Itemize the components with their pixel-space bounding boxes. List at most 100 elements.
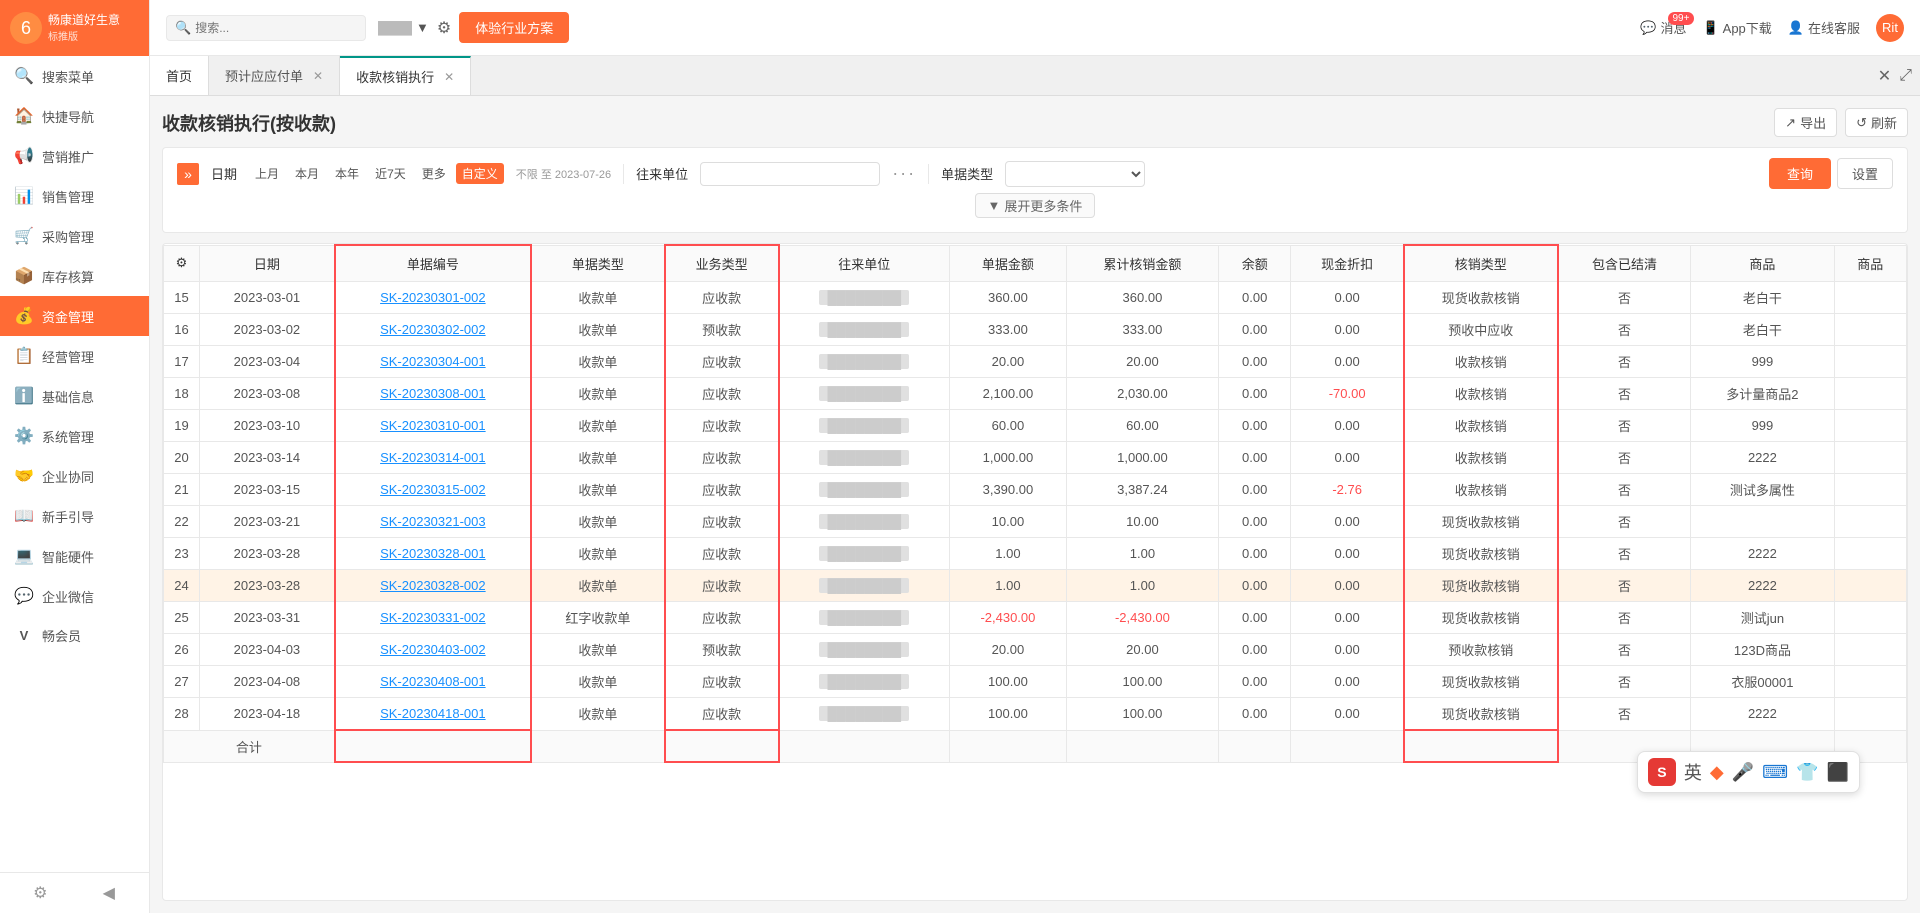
float-toolbar-grid-icon[interactable]: ⬛ — [1827, 762, 1849, 783]
float-toolbar-shirt-icon[interactable]: 👕 — [1796, 762, 1818, 783]
td-date: 2023-04-18 — [200, 698, 335, 731]
th-biz-type[interactable]: 业务类型 — [665, 245, 779, 282]
td-writeoff: 100.00 — [1066, 666, 1218, 698]
sidebar-item-wechat[interactable]: 💬 企业微信 — [0, 576, 149, 616]
td-include-settled: 否 — [1558, 602, 1691, 634]
footer-amount — [950, 730, 1067, 762]
sidebar-item-guide[interactable]: 📖 新手引导 — [0, 496, 149, 536]
sidebar-item-finance[interactable]: 💰 资金管理 — [0, 296, 149, 336]
th-doc-no[interactable]: 单据编号 — [335, 245, 531, 282]
messages-btn[interactable]: 💬 消息 99+ — [1640, 18, 1686, 37]
th-goods2[interactable]: 商品 — [1834, 245, 1906, 282]
td-amount: 100.00 — [950, 666, 1067, 698]
sidebar-item-member[interactable]: V 畅会员 — [0, 616, 149, 655]
quick-nav-icon: 🏠 — [14, 106, 34, 126]
more-date-btn[interactable]: 更多 — [416, 163, 452, 184]
th-settings[interactable]: ⚙ — [164, 245, 200, 282]
doc-no-link[interactable]: SK-20230328-002 — [380, 578, 486, 593]
collapse-btn[interactable]: ◀ — [79, 883, 140, 903]
voucher-type-select[interactable] — [1005, 161, 1145, 187]
th-counterpart[interactable]: 往来单位 — [779, 245, 950, 282]
th-goods[interactable]: 商品 — [1691, 245, 1834, 282]
tab-expand-icon[interactable]: ⤢ — [1899, 67, 1912, 85]
sidebar-item-search[interactable]: 🔍 搜索菜单 — [0, 56, 149, 96]
sidebar-item-inventory[interactable]: 📦 库存核算 — [0, 256, 149, 296]
doc-no-link[interactable]: SK-20230331-002 — [380, 610, 486, 625]
sidebar-item-system[interactable]: ⚙️ 系统管理 — [0, 416, 149, 456]
td-counterpart: ████████ — [779, 634, 950, 666]
doc-no-link[interactable]: SK-20230315-002 — [380, 482, 486, 497]
float-toolbar-dot-icon[interactable]: ◆ — [1710, 762, 1724, 783]
settings-icon[interactable]: ⚙ — [437, 18, 451, 38]
doc-no-link[interactable]: SK-20230301-002 — [380, 290, 486, 305]
expand-conditions-btn[interactable]: ▼ 展开更多条件 — [975, 193, 1096, 218]
td-counterpart: ████████ — [779, 698, 950, 731]
tab-receipts-close[interactable]: ✕ — [444, 70, 454, 84]
filter-settings-button[interactable]: 设置 — [1837, 158, 1893, 189]
app-download-btn[interactable]: 📱 App下载 — [1702, 18, 1771, 37]
sidebar-item-sales[interactable]: 📊 销售管理 — [0, 176, 149, 216]
custom-date-btn[interactable]: 自定义 — [456, 163, 504, 184]
counterpart-input[interactable] — [700, 162, 880, 186]
th-balance[interactable]: 余额 — [1219, 245, 1291, 282]
date-buttons: 上月 本月 本年 近7天 更多 自定义 — [249, 163, 504, 184]
sidebar-item-operation[interactable]: 📋 经营管理 — [0, 336, 149, 376]
td-biz-type: 应收款 — [665, 506, 779, 538]
sidebar-item-enterprise[interactable]: 🤝 企业协同 — [0, 456, 149, 496]
td-no: 24 — [164, 570, 200, 602]
td-biz-type: 应收款 — [665, 474, 779, 506]
doc-no-link[interactable]: SK-20230328-001 — [380, 546, 486, 561]
user-avatar[interactable]: Rit — [1876, 14, 1904, 42]
doc-no-link[interactable]: SK-20230302-002 — [380, 322, 486, 337]
topbar-dropdown[interactable]: ████ ▼ — [378, 20, 429, 35]
refresh-button[interactable]: ↺ 刷新 — [1845, 108, 1908, 137]
online-service-btn[interactable]: 👤 在线客服 — [1788, 18, 1860, 37]
page-header: 收款核销执行(按收款) ↗ 导出 ↺ 刷新 — [162, 108, 1908, 137]
th-doc-type[interactable]: 单据类型 — [531, 245, 665, 282]
tab-home[interactable]: 首页 — [150, 56, 209, 95]
doc-no-link[interactable]: SK-20230310-001 — [380, 418, 486, 433]
doc-no-link[interactable]: SK-20230304-001 — [380, 354, 486, 369]
doc-no-link[interactable]: SK-20230403-002 — [380, 642, 486, 657]
query-button[interactable]: 查询 — [1769, 158, 1831, 189]
doc-no-link[interactable]: SK-20230314-001 — [380, 450, 486, 465]
th-discount[interactable]: 现金折扣 — [1291, 245, 1404, 282]
filter-toggle-btn[interactable]: » — [177, 163, 199, 185]
td-balance: 0.00 — [1219, 506, 1291, 538]
doc-no-link[interactable]: SK-20230321-003 — [380, 514, 486, 529]
td-writeoff-type: 收款核销 — [1404, 410, 1558, 442]
tab-receipts[interactable]: 收款核销执行 ✕ — [340, 56, 471, 95]
float-toolbar-text-icon[interactable]: 英 — [1684, 759, 1702, 785]
counterpart-dots[interactable]: ··· — [892, 163, 916, 184]
tab-close-icon[interactable]: ✕ — [1878, 66, 1891, 86]
tab-pending-close[interactable]: ✕ — [313, 69, 323, 83]
th-writeoff-type[interactable]: 核销类型 — [1404, 245, 1558, 282]
sidebar-item-quick[interactable]: 🏠 快捷导航 — [0, 96, 149, 136]
this-month-btn[interactable]: 本月 — [289, 163, 325, 184]
sidebar-item-label: 营销推广 — [42, 147, 94, 166]
th-include-settled[interactable]: 包含已结清 — [1558, 245, 1691, 282]
export-button[interactable]: ↗ 导出 — [1774, 108, 1837, 137]
th-date[interactable]: 日期 — [200, 245, 335, 282]
td-discount: 0.00 — [1291, 314, 1404, 346]
float-toolbar-keyboard-icon[interactable]: ⌨ — [1762, 762, 1788, 783]
float-toolbar-mic-icon[interactable]: 🎤 — [1732, 762, 1754, 783]
sidebar-item-marketing[interactable]: 📢 营销推广 — [0, 136, 149, 176]
operation-icon: 📋 — [14, 346, 34, 366]
sidebar-item-basic[interactable]: ℹ️ 基础信息 — [0, 376, 149, 416]
tab-pending[interactable]: 预计应应付单 ✕ — [209, 56, 340, 95]
th-writeoff[interactable]: 累计核销金额 — [1066, 245, 1218, 282]
doc-no-link[interactable]: SK-20230308-001 — [380, 386, 486, 401]
th-amount[interactable]: 单据金额 — [950, 245, 1067, 282]
doc-no-link[interactable]: SK-20230408-001 — [380, 674, 486, 689]
sidebar-item-hardware[interactable]: 💻 智能硬件 — [0, 536, 149, 576]
last-month-btn[interactable]: 上月 — [249, 163, 285, 184]
doc-no-link[interactable]: SK-20230418-001 — [380, 706, 486, 721]
sidebar-item-purchase[interactable]: 🛒 采购管理 — [0, 216, 149, 256]
last-7-days-btn[interactable]: 近7天 — [369, 163, 412, 184]
industry-solution-button[interactable]: 体验行业方案 — [459, 12, 569, 43]
topbar-search-input[interactable] — [195, 21, 357, 35]
logo-icon: 6 — [10, 12, 42, 44]
settings-bottom-btn[interactable]: ⚙ — [10, 883, 71, 903]
this-year-btn[interactable]: 本年 — [329, 163, 365, 184]
